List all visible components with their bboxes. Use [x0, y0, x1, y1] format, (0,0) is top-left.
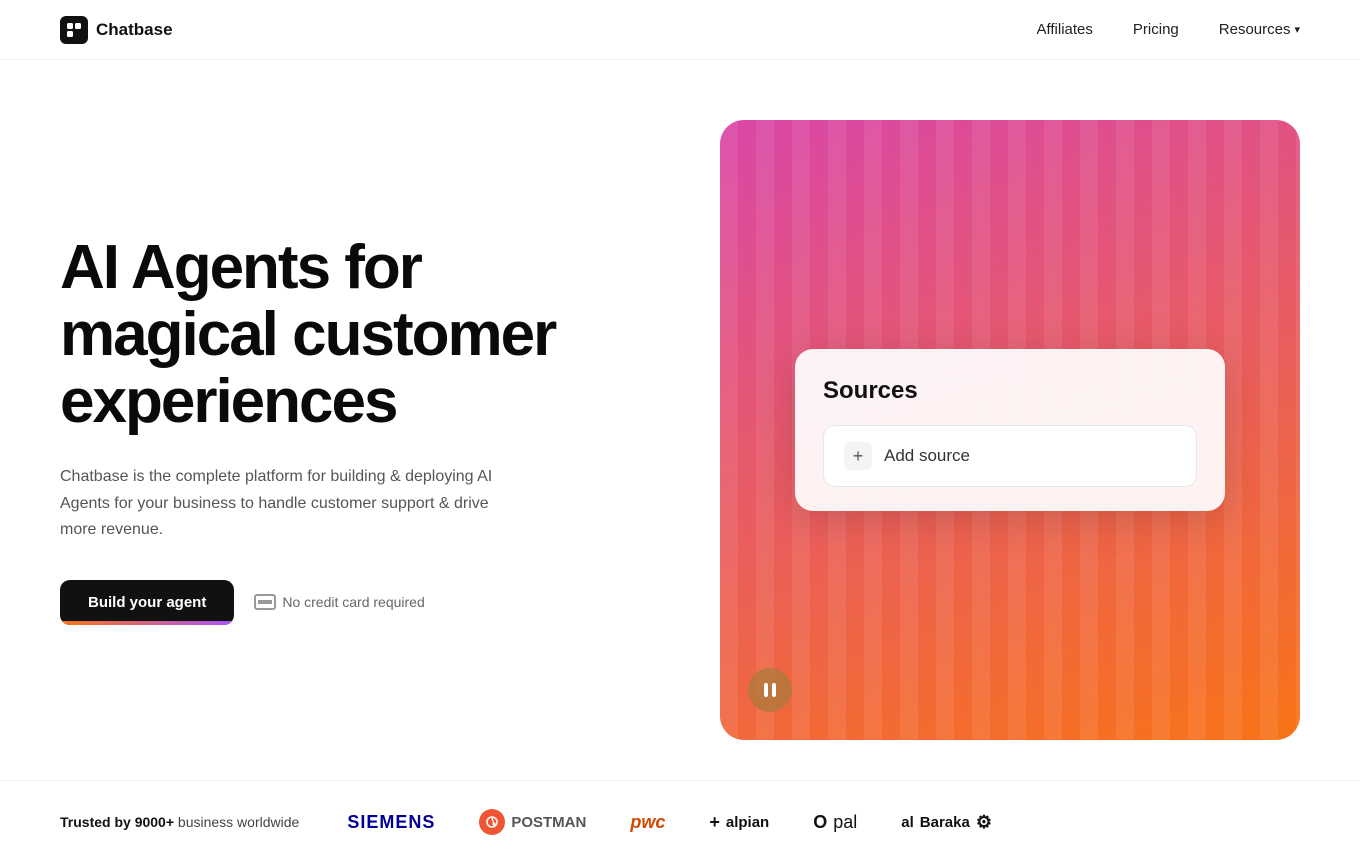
plus-icon: + [844, 442, 872, 470]
postman-icon [479, 809, 505, 835]
brand-pwc: pwc [630, 812, 665, 833]
brand-siemens: SIEMENS [347, 812, 435, 833]
hero-section: AI Agents for magical customer experienc… [0, 60, 1360, 780]
brand-opal: Opal [813, 812, 857, 833]
brand-logo-row: SIEMENS POSTMAN pwc +alpian Opal alBarak… [347, 809, 1300, 835]
logo-icon [60, 16, 88, 44]
brand-alpian: +alpian [709, 812, 769, 833]
hero-subtitle: Chatbase is the complete platform for bu… [60, 464, 500, 543]
hero-right: Sources + Add source [720, 120, 1300, 740]
trusted-label: Trusted by 9000+ business worldwide [60, 814, 299, 830]
chevron-down-icon: ▾ [1294, 23, 1300, 36]
hero-cta-row: Build your agent No credit card required [60, 580, 680, 625]
build-agent-button[interactable]: Build your agent [60, 580, 234, 625]
navbar: Chatbase Affiliates Pricing Resources ▾ [0, 0, 1360, 60]
sources-card: Sources + Add source [795, 349, 1225, 511]
logo-text: Chatbase [96, 20, 173, 40]
hero-title: AI Agents for magical customer experienc… [60, 235, 680, 436]
credit-card-icon [254, 594, 276, 610]
hero-visual: Sources + Add source [720, 120, 1300, 740]
hero-left: AI Agents for magical customer experienc… [60, 235, 680, 624]
trusted-bar: Trusted by 9000+ business worldwide SIEM… [0, 780, 1360, 863]
add-source-button[interactable]: + Add source [823, 425, 1197, 487]
pause-button[interactable] [748, 668, 792, 712]
nav-affiliates[interactable]: Affiliates [1036, 21, 1092, 38]
pause-icon [764, 683, 776, 697]
nav-resources[interactable]: Resources ▾ [1219, 21, 1300, 38]
logo-link[interactable]: Chatbase [60, 16, 173, 44]
add-source-label: Add source [884, 446, 970, 466]
brand-albaraka: alBaraka⚙ [901, 812, 992, 833]
no-card-row: No credit card required [254, 594, 424, 610]
nav-pricing[interactable]: Pricing [1133, 21, 1179, 38]
no-card-text: No credit card required [282, 594, 424, 610]
nav-links: Affiliates Pricing Resources ▾ [1036, 21, 1300, 38]
brand-postman: POSTMAN [479, 809, 586, 835]
sources-card-title: Sources [823, 377, 1197, 405]
